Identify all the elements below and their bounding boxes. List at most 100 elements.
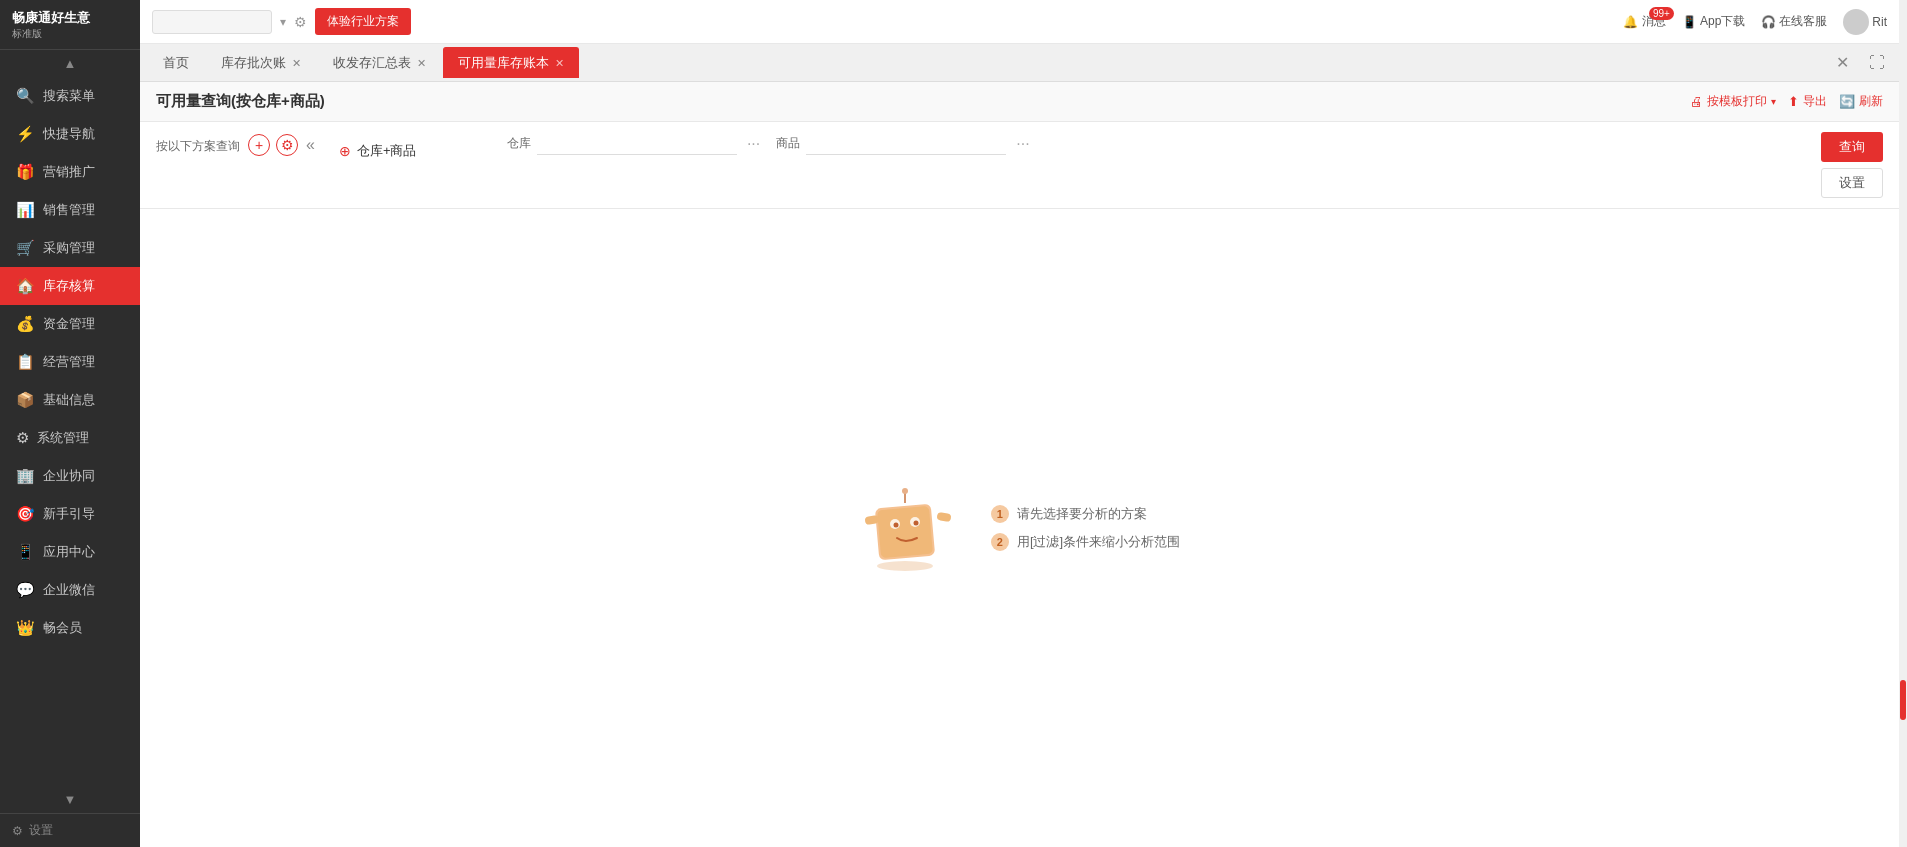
sidebar-item-label: 畅会员: [43, 619, 82, 637]
sidebar-item-label: 应用中心: [43, 543, 95, 561]
notification-bell-icon: 🔔: [1623, 15, 1638, 29]
sidebar-item-enterprise[interactable]: 🏢 企业协同: [0, 457, 140, 495]
sidebar-item-sales[interactable]: 📊 销售管理: [0, 191, 140, 229]
operations-icon: 📋: [16, 353, 35, 371]
app-download-label: App下载: [1700, 13, 1745, 30]
inventory-icon: 🏠: [16, 277, 35, 295]
right-scrollbar[interactable]: [1899, 0, 1907, 847]
tab-available-stock-label: 可用量库存账本: [458, 54, 549, 72]
online-service-link[interactable]: 🎧 在线客服: [1761, 13, 1827, 30]
main-content: ▾ ⚙ 体验行业方案 🔔 消息 99+ 📱 App下载 🎧 在线客服 Rit: [140, 0, 1899, 847]
user-menu[interactable]: Rit: [1843, 9, 1887, 35]
topbar-search-input[interactable]: [152, 10, 272, 34]
print-icon: 🖨: [1690, 94, 1703, 109]
tabbar: 首页 库存批次账 ✕ 收发存汇总表 ✕ 可用量库存账本 ✕ ✕ ⛶: [140, 44, 1899, 82]
sidebar-item-label: 资金管理: [43, 315, 95, 333]
filter-area: 按以下方案查询 + ⚙ « ⊕ 仓库+商品 仓库 ··· 商品 ·: [140, 122, 1899, 209]
sidebar-item-operations[interactable]: 📋 经营管理: [0, 343, 140, 381]
sidebar-scroll-up[interactable]: ▲: [0, 50, 140, 77]
sales-icon: 📊: [16, 201, 35, 219]
tab-expand-button[interactable]: ⛶: [1863, 52, 1891, 74]
settings-button[interactable]: 设置: [1821, 168, 1883, 198]
page-header: 可用量查询(按仓库+商品) 🖨 按模板打印 ▾ ⬆ 导出 🔄 刷新: [140, 82, 1899, 122]
svg-point-7: [902, 488, 908, 494]
sidebar-item-finance[interactable]: 💰 资金管理: [0, 305, 140, 343]
filter-field-goods: 商品 ···: [776, 132, 1033, 155]
scheme-icon: ⊕: [339, 143, 351, 159]
sidebar-item-label: 采购管理: [43, 239, 95, 257]
enterprise-icon: 🏢: [16, 467, 35, 485]
tab-home-label: 首页: [163, 54, 189, 72]
goods-input[interactable]: [806, 132, 1006, 155]
tab-close-button[interactable]: ✕: [1830, 51, 1855, 74]
empty-robot-svg: [859, 478, 959, 578]
sidebar-scroll-down[interactable]: ▼: [0, 786, 140, 813]
export-button[interactable]: ⬆ 导出: [1788, 93, 1827, 110]
warehouse-input[interactable]: [537, 132, 737, 155]
export-icon: ⬆: [1788, 94, 1799, 109]
empty-illustration: [859, 478, 959, 578]
filter-collapse-button[interactable]: «: [306, 132, 315, 154]
sidebar-item-label: 销售管理: [43, 201, 95, 219]
tab-batch-account-label: 库存批次账: [221, 54, 286, 72]
sidebar-item-wechat[interactable]: 💬 企业微信: [0, 571, 140, 609]
headset-icon: 🎧: [1761, 15, 1776, 29]
sidebar-item-basic-info[interactable]: 📦 基础信息: [0, 381, 140, 419]
content-area: 1 请先选择要分析的方案 2 用[过滤]条件来缩小分析范围: [140, 209, 1899, 847]
refresh-button[interactable]: 🔄 刷新: [1839, 93, 1883, 110]
print-button[interactable]: 🖨 按模板打印 ▾: [1690, 93, 1776, 110]
sidebar-item-marketing[interactable]: 🎁 营销推广: [0, 153, 140, 191]
goods-more-icon[interactable]: ···: [1012, 135, 1033, 153]
tab-batch-account-close[interactable]: ✕: [292, 57, 301, 70]
query-button[interactable]: 查询: [1821, 132, 1883, 162]
sidebar-item-label: 基础信息: [43, 391, 95, 409]
tab-home[interactable]: 首页: [148, 47, 204, 78]
sidebar-item-app-center[interactable]: 📱 应用中心: [0, 533, 140, 571]
tab-available-stock[interactable]: 可用量库存账本 ✕: [443, 47, 579, 78]
filter-settings-button[interactable]: ⚙: [276, 134, 298, 156]
quick-nav-icon: ⚡: [16, 125, 35, 143]
empty-tip-1: 1 请先选择要分析的方案: [991, 505, 1180, 523]
print-dropdown-icon[interactable]: ▾: [1771, 96, 1776, 107]
search-icon: 🔍: [16, 87, 35, 105]
tab-available-stock-close[interactable]: ✕: [555, 57, 564, 70]
sidebar-item-system[interactable]: ⚙ 系统管理: [0, 419, 140, 457]
sidebar-item-quick-nav[interactable]: ⚡ 快捷导航: [0, 115, 140, 153]
scheme-list: ⊕ 仓库+商品: [327, 132, 507, 170]
industry-solution-button[interactable]: 体验行业方案: [315, 8, 411, 35]
basic-info-icon: 📦: [16, 391, 35, 409]
logo-sub: 标准版: [12, 27, 128, 41]
query-buttons: 查询 设置: [1821, 132, 1883, 198]
warehouse-label: 仓库: [507, 135, 531, 152]
tip-num-1: 1: [991, 505, 1009, 523]
sidebar-item-inventory[interactable]: 🏠 库存核算: [0, 267, 140, 305]
filter-actions: + ⚙: [248, 132, 298, 156]
filter-row-warehouse: 仓库 ··· 商品 ···: [507, 132, 1805, 155]
warehouse-more-icon[interactable]: ···: [743, 135, 764, 153]
topbar: ▾ ⚙ 体验行业方案 🔔 消息 99+ 📱 App下载 🎧 在线客服 Rit: [140, 0, 1899, 44]
sidebar-item-search[interactable]: 🔍 搜索菜单: [0, 77, 140, 115]
notification-button[interactable]: 🔔 消息 99+: [1623, 13, 1666, 30]
sidebar-menu: 🔍 搜索菜单 ⚡ 快捷导航 🎁 营销推广 📊 销售管理 🛒 采购管理 🏠 库存核…: [0, 77, 140, 786]
sidebar-logo: 畅康通好生意 标准版: [0, 0, 140, 50]
sidebar-item-label: 新手引导: [43, 505, 95, 523]
scheme-item-warehouse-goods[interactable]: ⊕ 仓库+商品: [327, 136, 507, 166]
tab-receipt-summary-label: 收发存汇总表: [333, 54, 411, 72]
notification-badge: 99+: [1649, 7, 1674, 20]
system-icon: ⚙: [16, 429, 29, 447]
tab-receipt-summary[interactable]: 收发存汇总表 ✕: [318, 47, 441, 78]
topbar-right: 🔔 消息 99+ 📱 App下载 🎧 在线客服 Rit: [1623, 9, 1887, 35]
sidebar-item-member[interactable]: 👑 畅会员: [0, 609, 140, 647]
tabbar-right: ✕ ⛶: [1830, 51, 1891, 74]
topbar-dropdown-arrow[interactable]: ▾: [280, 15, 286, 29]
filter-add-button[interactable]: +: [248, 134, 270, 156]
empty-state: 1 请先选择要分析的方案 2 用[过滤]条件来缩小分析范围: [859, 478, 1180, 578]
tab-batch-account[interactable]: 库存批次账 ✕: [206, 47, 316, 78]
sidebar-item-purchase[interactable]: 🛒 采购管理: [0, 229, 140, 267]
sidebar-item-label: 企业协同: [43, 467, 95, 485]
topbar-gear-icon[interactable]: ⚙: [294, 14, 307, 30]
tab-receipt-summary-close[interactable]: ✕: [417, 57, 426, 70]
app-download-link[interactable]: 📱 App下载: [1682, 13, 1745, 30]
page-actions: 🖨 按模板打印 ▾ ⬆ 导出 🔄 刷新: [1690, 93, 1883, 110]
sidebar-item-guide[interactable]: 🎯 新手引导: [0, 495, 140, 533]
